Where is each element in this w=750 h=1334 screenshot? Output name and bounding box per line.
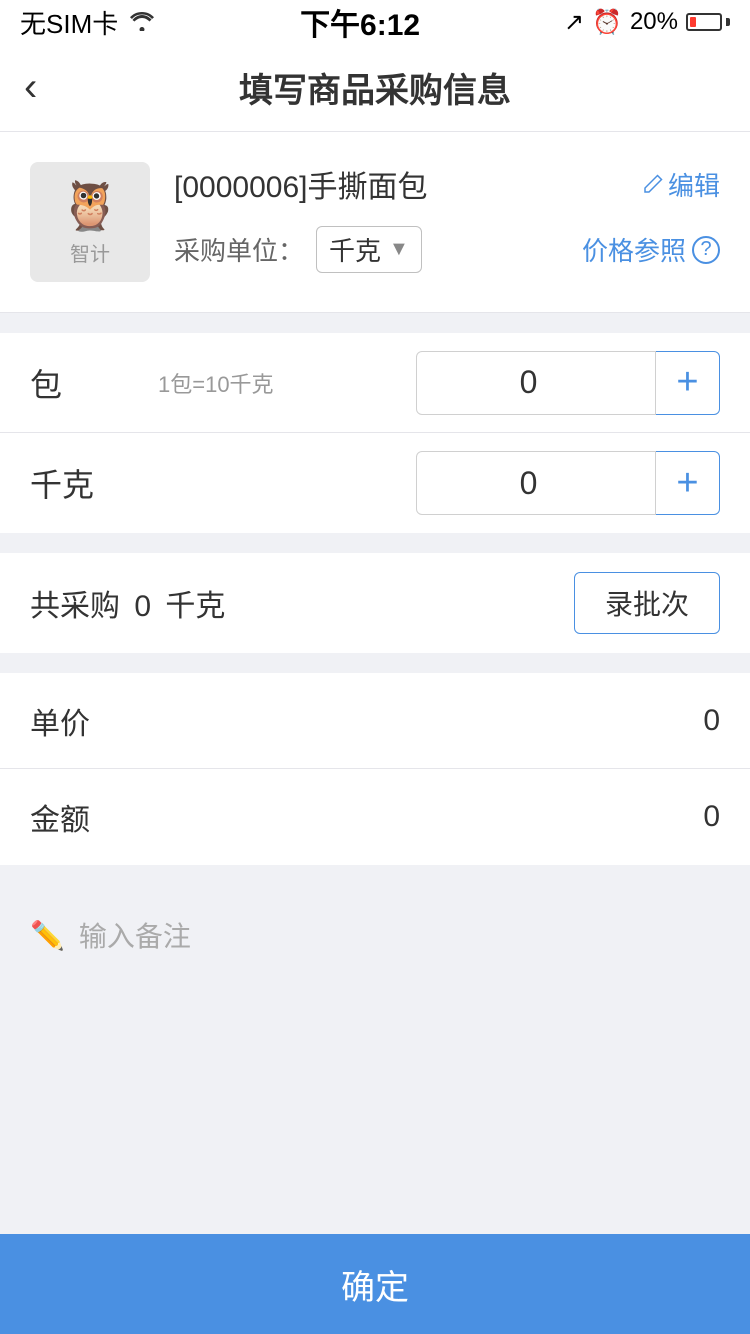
quantity-row-kg: 千克 + bbox=[0, 433, 750, 533]
product-image-label: 智计 bbox=[70, 238, 110, 267]
purchase-unit-row: 采购单位： 千克 ▼ 价格参照 ? bbox=[174, 226, 720, 273]
section-divider-3 bbox=[0, 653, 750, 673]
content-spacer bbox=[0, 985, 750, 1265]
total-prefix: 共采购 bbox=[30, 590, 120, 623]
edit-button[interactable]: 编辑 bbox=[642, 166, 720, 203]
product-card: 🦉 智计 [0000006]手撕面包 编辑 采购单位： 千克 ▼ 价格参照 bbox=[0, 132, 750, 313]
remark-placeholder: 输入备注 bbox=[79, 915, 191, 955]
unit-label-kg: 千克 bbox=[30, 460, 150, 506]
status-bar: 无SIM卡 下午6:12 ↗ ⏰ 20% bbox=[0, 0, 750, 44]
price-ref-info-icon: ? bbox=[692, 236, 720, 264]
total-text: 共采购 0 千克 bbox=[30, 581, 225, 625]
quantity-section: 包 1包=10千克 + 千克 + bbox=[0, 333, 750, 533]
qty-input-bao[interactable] bbox=[416, 351, 656, 415]
section-divider-1 bbox=[0, 313, 750, 333]
unit-arrow-icon: ▼ bbox=[389, 238, 409, 261]
price-label-amount: 金额 bbox=[30, 795, 90, 839]
price-value-amount: 0 bbox=[703, 800, 720, 834]
battery-percent: 20% bbox=[630, 8, 678, 36]
qty-plus-bao[interactable]: + bbox=[656, 351, 720, 415]
carrier-text: 无SIM卡 bbox=[20, 4, 118, 41]
price-ref-button[interactable]: 价格参照 ? bbox=[582, 231, 720, 268]
unit-label-bao: 包 bbox=[30, 360, 150, 406]
total-value: 0 bbox=[134, 590, 151, 623]
qty-input-kg[interactable] bbox=[416, 451, 656, 515]
battery-icon bbox=[686, 13, 730, 31]
price-row-unit: 单价 0 bbox=[0, 673, 750, 769]
product-info: [0000006]手撕面包 编辑 采购单位： 千克 ▼ 价格参照 ? bbox=[174, 162, 720, 273]
back-button[interactable]: ‹ bbox=[24, 65, 37, 110]
price-label-unit: 单价 bbox=[30, 699, 90, 743]
batch-button[interactable]: 录批次 bbox=[574, 572, 720, 634]
edit-label: 编辑 bbox=[668, 166, 720, 203]
unit-selector[interactable]: 千克 ▼ bbox=[316, 226, 422, 273]
status-left: 无SIM卡 bbox=[20, 4, 156, 41]
nav-bar: ‹ 填写商品采购信息 bbox=[0, 44, 750, 132]
quantity-row-bao: 包 1包=10千克 + bbox=[0, 333, 750, 433]
section-divider-4 bbox=[0, 865, 750, 885]
price-value-unit: 0 bbox=[703, 704, 720, 738]
remark-section[interactable]: ✏️ 输入备注 bbox=[0, 885, 750, 985]
price-section: 单价 0 金额 0 bbox=[0, 673, 750, 865]
product-owl-icon: 🦉 bbox=[60, 177, 120, 234]
product-image: 🦉 智计 bbox=[30, 162, 150, 282]
page-title: 填写商品采购信息 bbox=[239, 63, 511, 112]
pencil-icon: ✏️ bbox=[30, 919, 65, 952]
location-icon: ↗ bbox=[564, 8, 584, 37]
product-name: [0000006]手撕面包 bbox=[174, 162, 427, 206]
wifi-icon bbox=[128, 7, 156, 38]
purchase-unit-label: 采购单位： bbox=[174, 231, 304, 268]
unit-value: 千克 bbox=[329, 231, 381, 268]
qty-input-wrap-kg: + bbox=[416, 451, 720, 515]
status-time: 下午6:12 bbox=[300, 0, 420, 44]
qty-input-wrap-bao: + bbox=[416, 351, 720, 415]
price-ref-label: 价格参照 bbox=[582, 231, 686, 268]
total-row: 共采购 0 千克 录批次 bbox=[0, 553, 750, 653]
qty-plus-kg[interactable]: + bbox=[656, 451, 720, 515]
product-name-row: [0000006]手撕面包 编辑 bbox=[174, 162, 720, 206]
status-right: ↗ ⏰ 20% bbox=[564, 8, 730, 37]
section-divider-2 bbox=[0, 533, 750, 553]
alarm-icon: ⏰ bbox=[592, 8, 622, 37]
unit-sub-bao: 1包=10千克 bbox=[158, 367, 416, 399]
price-row-amount: 金额 0 bbox=[0, 769, 750, 865]
total-unit: 千克 bbox=[165, 590, 225, 623]
confirm-button[interactable]: 确定 bbox=[0, 1234, 750, 1334]
